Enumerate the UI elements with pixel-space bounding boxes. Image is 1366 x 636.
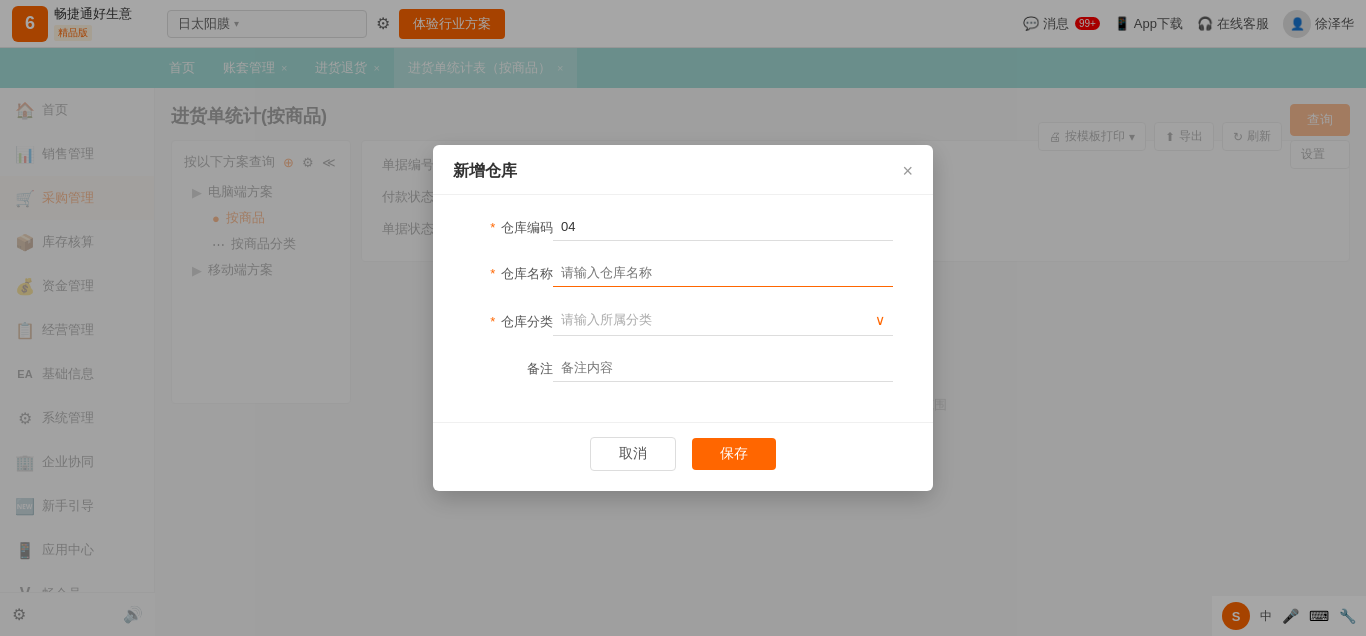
warehouse-name-input[interactable] — [553, 261, 893, 287]
warehouse-code-input[interactable] — [553, 215, 893, 241]
required-star-cat: * — [490, 314, 495, 329]
warehouse-category-label: * 仓库分类 — [473, 313, 553, 331]
required-star-name: * — [490, 266, 495, 281]
dialog-header: 新增仓库 × — [433, 145, 933, 195]
save-button[interactable]: 保存 — [692, 438, 776, 470]
remarks-input[interactable] — [553, 356, 893, 382]
form-row-warehouse-code: * 仓库编码 — [473, 215, 893, 241]
category-placeholder: 请输入所属分类 — [561, 311, 652, 329]
remarks-label: 备注 — [473, 360, 553, 378]
required-star: * — [490, 220, 495, 235]
form-row-remarks: 备注 — [473, 356, 893, 382]
warehouse-name-label: * 仓库名称 — [473, 265, 553, 283]
form-row-warehouse-category: * 仓库分类 请输入所属分类 ∨ — [473, 307, 893, 336]
category-chevron-icon: ∨ — [875, 312, 885, 328]
dialog-title: 新增仓库 — [453, 161, 517, 182]
new-warehouse-dialog: 新增仓库 × * 仓库编码 * 仓库名称 — [433, 145, 933, 491]
warehouse-category-select[interactable]: 请输入所属分类 ∨ — [553, 307, 893, 336]
dialog-footer: 取消 保存 — [433, 422, 933, 491]
modal-overlay: 新增仓库 × * 仓库编码 * 仓库名称 — [0, 0, 1366, 636]
dialog-body: * 仓库编码 * 仓库名称 * 仓库分类 请输入所属 — [433, 195, 933, 422]
form-row-warehouse-name: * 仓库名称 — [473, 261, 893, 287]
dialog-close-icon[interactable]: × — [902, 161, 913, 182]
warehouse-code-label: * 仓库编码 — [473, 219, 553, 237]
cancel-button[interactable]: 取消 — [590, 437, 676, 471]
